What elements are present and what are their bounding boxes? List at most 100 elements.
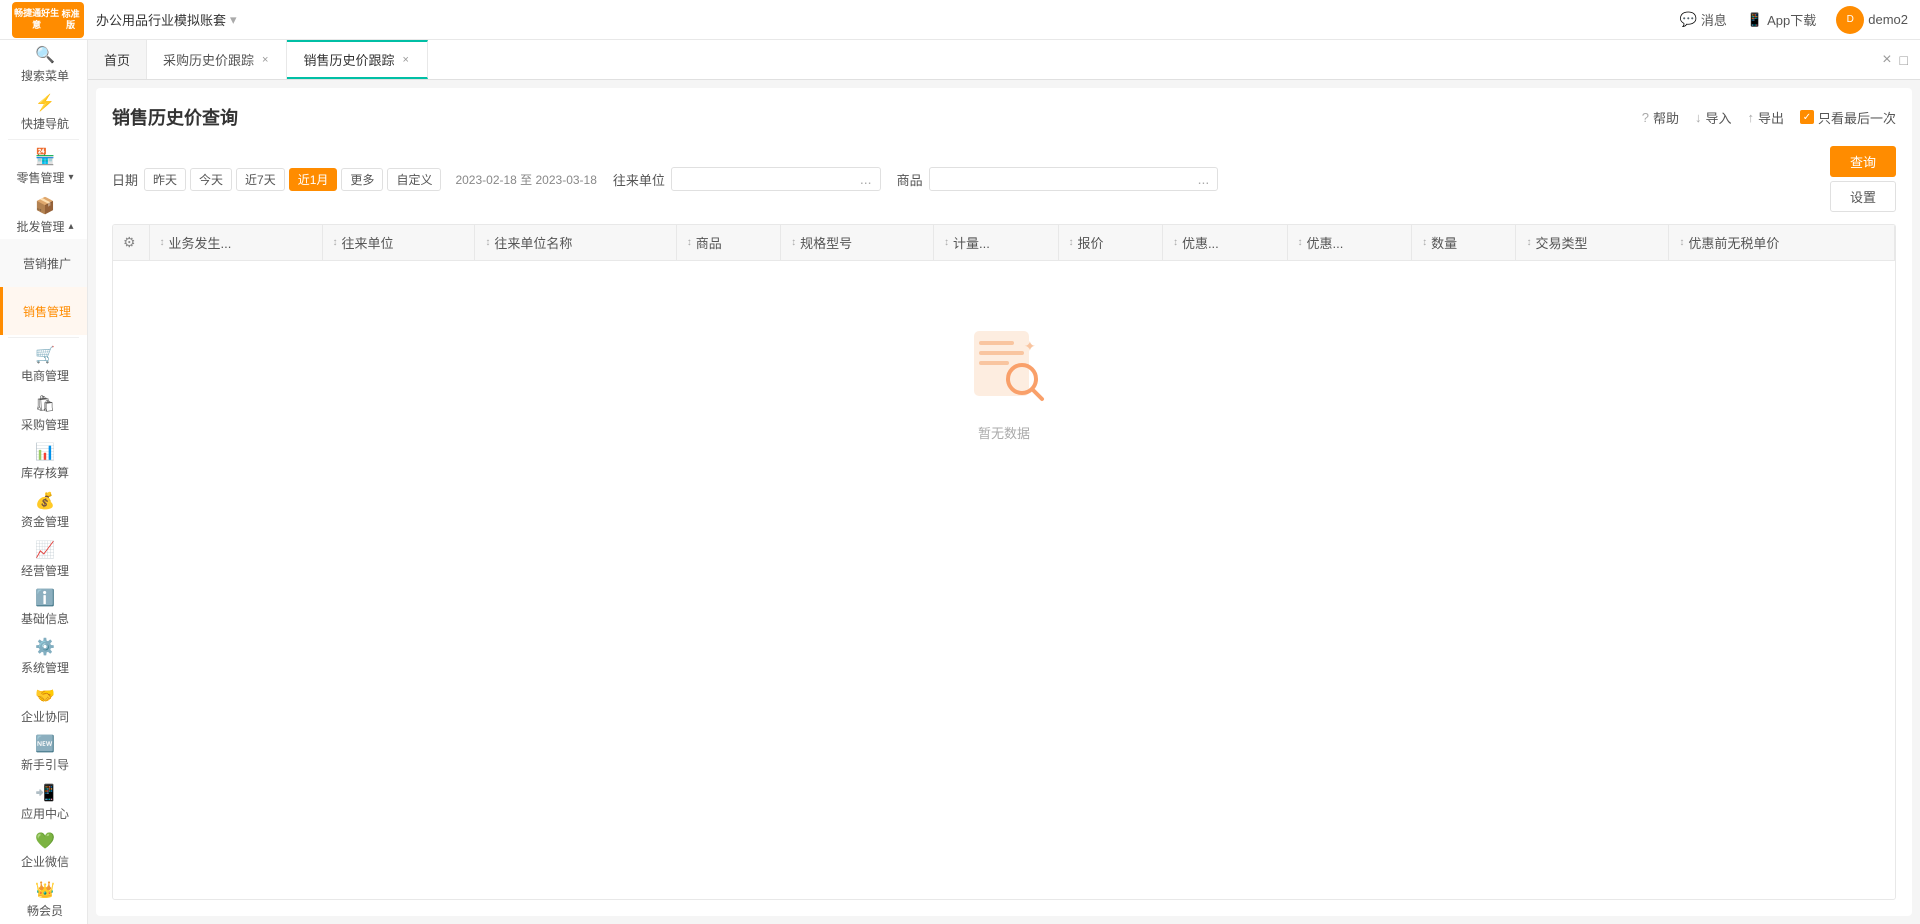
tab-purchase-history-close[interactable]: × xyxy=(260,53,270,67)
sidebar-item-enterprise-collab[interactable]: 🤝 企业协同 xyxy=(0,681,87,730)
page-actions: ? 帮助 ↓ 导入 ↑ 导出 ✓ 只看最后一次 xyxy=(1642,108,1896,127)
col-settings[interactable]: ⚙ xyxy=(113,225,149,261)
sidebar-item-wholesale-mgmt[interactable]: 📦 批发管理 ▴ xyxy=(0,191,87,240)
tab-sales-history[interactable]: 销售历史价跟踪 × xyxy=(287,40,427,79)
sidebar-item-ecommerce-mgmt[interactable]: 🛒 电商管理 xyxy=(0,340,87,389)
finance-icon: 💰 xyxy=(35,491,55,511)
table-header-row: ⚙ ↕ 业务发生... ↕ xyxy=(113,225,1895,261)
guide-icon: 🆕 xyxy=(35,734,55,754)
date-btn-more[interactable]: 更多 xyxy=(341,168,383,191)
col-trade-type[interactable]: ↕ 交易类型 xyxy=(1516,225,1669,261)
export-icon: ↑ xyxy=(1747,110,1754,125)
app-icon: 📱 xyxy=(1747,12,1763,28)
sort-quoted-price-icon: ↕ xyxy=(1069,237,1074,248)
date-btn-yesterday[interactable]: 昨天 xyxy=(144,168,186,191)
partner-input[interactable] xyxy=(680,172,860,187)
restore-window-icon[interactable]: □ xyxy=(1900,52,1908,68)
partner-dots[interactable]: ... xyxy=(860,171,872,187)
table-container: ⚙ ↕ 业务发生... ↕ xyxy=(112,224,1896,900)
col-partner-code[interactable]: ↕ 往来单位 xyxy=(322,225,475,261)
sidebar-item-finance-mgmt[interactable]: 💰 资金管理 xyxy=(0,486,87,535)
sidebar-item-new-guide[interactable]: 🆕 新手引导 xyxy=(0,729,87,778)
top-bar: 畅捷通好生意 标准版 办公用品行业模拟账套 ▾ 💬 消息 📱 App下载 D d… xyxy=(0,0,1920,40)
settings-button[interactable]: 设置 xyxy=(1830,181,1896,212)
sidebar-item-basic-info[interactable]: ℹ️ 基础信息 xyxy=(0,583,87,632)
col-discount1[interactable]: ↕ 优惠... xyxy=(1162,225,1287,261)
product-dots[interactable]: ... xyxy=(1198,171,1210,187)
sidebar-item-shortcut-nav[interactable]: ⚡ 快捷导航 xyxy=(0,89,87,138)
avatar: D xyxy=(1836,6,1864,34)
only-latest-action[interactable]: ✓ 只看最后一次 xyxy=(1800,108,1896,127)
date-filter-group: 日期 昨天 今天 近7天 近1月 更多 自定义 2023-02-18 至 202… xyxy=(112,168,597,191)
import-action[interactable]: ↓ 导入 xyxy=(1695,108,1732,127)
page-title: 销售历史价查询 xyxy=(112,104,238,130)
date-btn-custom[interactable]: 自定义 xyxy=(387,168,441,191)
content-area: 首页 采购历史价跟踪 × 销售历史价跟踪 × × □ 销售历史价查询 xyxy=(88,40,1920,924)
operations-icon: 📈 xyxy=(35,540,55,560)
query-button[interactable]: 查询 xyxy=(1830,146,1896,177)
inventory-icon: 📊 xyxy=(35,442,55,462)
help-action[interactable]: ? 帮助 xyxy=(1642,108,1679,127)
message-button[interactable]: 💬 消息 xyxy=(1679,10,1726,29)
dropdown-icon: ▾ xyxy=(230,12,237,28)
page-content: 销售历史价查询 ? 帮助 ↓ 导入 ↑ 导出 ✓ xyxy=(96,88,1912,916)
col-spec[interactable]: ↕ 规格型号 xyxy=(781,225,934,261)
sidebar-item-inventory-mgmt[interactable]: 📊 库存核算 xyxy=(0,437,87,486)
col-partner-name[interactable]: ↕ 往来单位名称 xyxy=(475,225,676,261)
sidebar: 🔍 搜索菜单 ⚡ 快捷导航 🏪 零售管理 ▾ 📦 批发管理 ▴ 营销推广 xyxy=(0,40,88,924)
export-action[interactable]: ↑ 导出 xyxy=(1747,108,1784,127)
col-discount2[interactable]: ↕ 优惠... xyxy=(1287,225,1412,261)
date-options: 昨天 今天 近7天 近1月 更多 自定义 xyxy=(144,168,441,191)
col-pretax-price[interactable]: ↕ 优惠前无税单价 xyxy=(1669,225,1895,261)
col-unit[interactable]: ↕ 计量... xyxy=(933,225,1058,261)
product-input[interactable] xyxy=(938,172,1198,187)
settings-gear-icon[interactable]: ⚙ xyxy=(123,234,136,251)
sidebar-item-marketing-promo[interactable]: 营销推广 xyxy=(0,239,87,287)
page-title-row: 销售历史价查询 ? 帮助 ↓ 导入 ↑ 导出 ✓ xyxy=(112,104,1896,130)
date-filter-label: 日期 xyxy=(112,170,138,189)
sort-pretax-price-icon: ↕ xyxy=(1679,237,1684,248)
sidebar-item-purchase-mgmt[interactable]: 🛍 采购管理 xyxy=(0,389,87,438)
product-filter-label: 商品 xyxy=(897,170,923,189)
sidebar-item-system-mgmt[interactable]: ⚙️ 系统管理 xyxy=(0,632,87,681)
sidebar-item-member[interactable]: 👑 畅会员 xyxy=(0,875,87,924)
partner-input-wrapper: ... xyxy=(671,167,881,191)
sidebar-item-retail-mgmt[interactable]: 🏪 零售管理 ▾ xyxy=(0,142,87,191)
sidebar-item-app-center[interactable]: 📲 应用中心 xyxy=(0,778,87,827)
tab-home[interactable]: 首页 xyxy=(88,40,147,79)
empty-state-illustration: ✦ xyxy=(954,321,1054,411)
purchase-icon: 🛍 xyxy=(35,394,55,414)
help-icon: ? xyxy=(1642,110,1649,125)
sidebar-divider-2 xyxy=(8,337,79,338)
retail-icon: 🏪 xyxy=(35,147,55,167)
app-center-icon: 📲 xyxy=(35,783,55,803)
app-download-button[interactable]: 📱 App下载 xyxy=(1747,10,1816,29)
product-input-wrapper: ... xyxy=(929,167,1219,191)
partner-filter-group: 往来单位 ... xyxy=(613,167,881,191)
empty-text: 暂无数据 xyxy=(978,423,1030,442)
sidebar-item-search-menu[interactable]: 🔍 搜索菜单 xyxy=(0,40,87,89)
tab-purchase-history[interactable]: 采购历史价跟踪 × xyxy=(147,40,287,79)
sidebar-item-operations-mgmt[interactable]: 📈 经营管理 xyxy=(0,535,87,584)
sidebar-divider xyxy=(8,139,79,140)
date-btn-last1m[interactable]: 近1月 xyxy=(289,168,338,191)
user-profile[interactable]: D demo2 xyxy=(1836,6,1908,34)
account-selector[interactable]: 办公用品行业模拟账套 ▾ xyxy=(96,10,237,29)
col-quoted-price[interactable]: ↕ 报价 xyxy=(1058,225,1162,261)
sidebar-item-sales-mgmt[interactable]: 销售管理 xyxy=(0,287,87,335)
col-product[interactable]: ↕ 商品 xyxy=(676,225,780,261)
sort-quantity-icon: ↕ xyxy=(1422,237,1427,248)
col-biz-date[interactable]: ↕ 业务发生... xyxy=(149,225,322,261)
sidebar-item-enterprise-wechat[interactable]: 💚 企业微信 xyxy=(0,827,87,876)
sort-discount2-icon: ↕ xyxy=(1298,237,1303,248)
tab-sales-history-close[interactable]: × xyxy=(400,53,410,67)
col-quantity[interactable]: ↕ 数量 xyxy=(1412,225,1516,261)
data-table: ⚙ ↕ 业务发生... ↕ xyxy=(113,225,1895,261)
date-btn-today[interactable]: 今天 xyxy=(190,168,232,191)
collab-icon: 🤝 xyxy=(35,686,55,706)
shortcut-icon: ⚡ xyxy=(35,93,55,113)
sort-partner-name-icon: ↕ xyxy=(485,237,490,248)
date-btn-last7[interactable]: 近7天 xyxy=(236,168,285,191)
partner-filter-label: 往来单位 xyxy=(613,170,665,189)
close-window-icon[interactable]: × xyxy=(1882,51,1891,69)
